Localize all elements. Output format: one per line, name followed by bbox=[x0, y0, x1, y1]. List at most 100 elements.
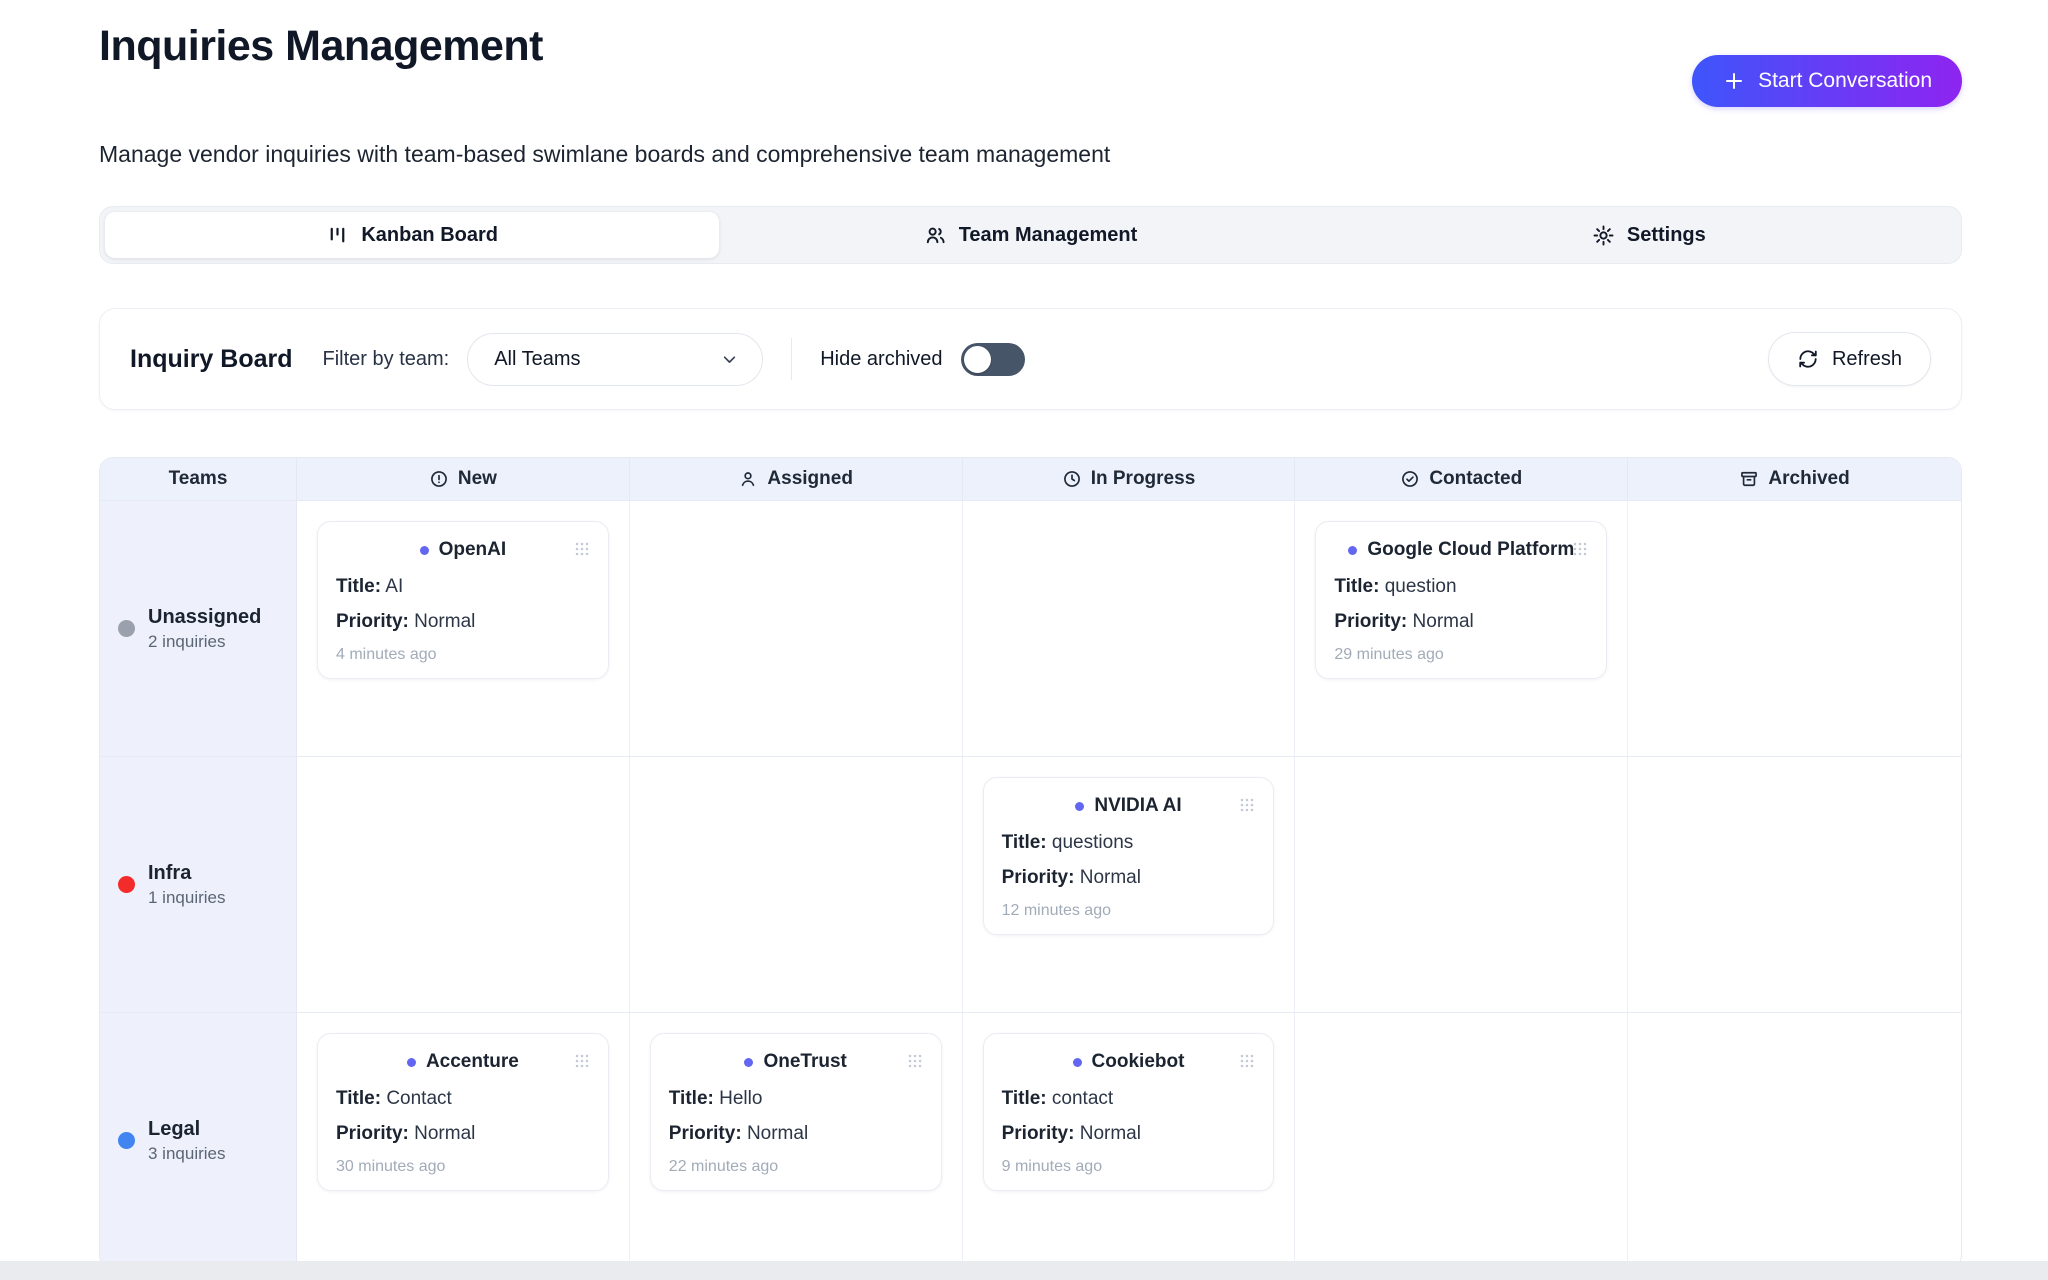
column-header-label: Contacted bbox=[1429, 468, 1522, 490]
card-title-label: Title: bbox=[336, 576, 381, 597]
card-title-value: Hello bbox=[719, 1088, 762, 1109]
card-priority-value: Normal bbox=[1080, 1123, 1141, 1144]
users-icon bbox=[924, 224, 947, 247]
team-name: Infra bbox=[148, 862, 226, 885]
team-count: 2 inquiries bbox=[148, 632, 261, 652]
card-title-label: Title: bbox=[1002, 1088, 1047, 1109]
card-title-value: questions bbox=[1052, 832, 1133, 853]
card-priority-value: Normal bbox=[414, 611, 475, 632]
drag-handle-icon[interactable] bbox=[905, 1051, 925, 1076]
plus-icon bbox=[1722, 69, 1746, 93]
card-vendor-name: OneTrust bbox=[763, 1051, 846, 1073]
refresh-button[interactable]: Refresh bbox=[1768, 332, 1931, 386]
card-priority-label: Priority: bbox=[1002, 867, 1075, 888]
cell-legal-new: AccentureTitle: ContactPriority: Normal3… bbox=[297, 1013, 630, 1268]
drag-handle-icon[interactable] bbox=[572, 539, 592, 564]
board-body: Unassigned 2 inquiries OpenAI Title: AI Prio… bbox=[100, 500, 1961, 1268]
filter-by-team-label: Filter by team: bbox=[323, 348, 450, 371]
column-header-label: Assigned bbox=[767, 468, 853, 490]
inquiry-card-openai[interactable]: OpenAITitle: AIPriority: Normal4 minutes… bbox=[317, 521, 609, 679]
inquiry-card-onetrust[interactable]: OneTrustTitle: HelloPriority: Normal22 m… bbox=[650, 1033, 942, 1191]
column-header-teams: Teams bbox=[100, 458, 297, 500]
card-priority-label: Priority: bbox=[1002, 1123, 1075, 1144]
tab-team[interactable]: Team Management bbox=[723, 212, 1337, 258]
clock-icon bbox=[1062, 469, 1082, 489]
start-conversation-button[interactable]: Start Conversation bbox=[1692, 55, 1962, 107]
cell-unassigned-new: OpenAITitle: AIPriority: Normal4 minutes… bbox=[297, 501, 630, 756]
hide-archived-label: Hide archived bbox=[820, 348, 942, 371]
drag-handle-icon[interactable] bbox=[1237, 1051, 1257, 1076]
card-priority-label: Priority: bbox=[336, 1123, 409, 1144]
card-timestamp: 9 minutes ago bbox=[1002, 1158, 1256, 1176]
cell-infra-in_progress: NVIDIA AITitle: questionsPriority: Norma… bbox=[963, 757, 1296, 1012]
cell-legal-in_progress: CookiebotTitle: contactPriority: Normal9… bbox=[963, 1013, 1296, 1268]
inquiry-card-accenture[interactable]: AccentureTitle: ContactPriority: Normal3… bbox=[317, 1033, 609, 1191]
team-color-dot bbox=[118, 876, 135, 893]
page-title: Inquiries Management bbox=[99, 22, 543, 71]
column-header-new: New bbox=[297, 458, 630, 500]
chevron-down-icon bbox=[719, 349, 740, 370]
kanban-icon bbox=[326, 224, 349, 247]
cell-infra-assigned bbox=[630, 757, 963, 1012]
card-priority-value: Normal bbox=[414, 1123, 475, 1144]
card-vendor-name: Cookiebot bbox=[1092, 1051, 1185, 1073]
column-header-label: Teams bbox=[169, 468, 228, 490]
card-timestamp: 29 minutes ago bbox=[1334, 646, 1588, 664]
team-name: Unassigned bbox=[148, 606, 261, 629]
page-subtitle: Manage vendor inquiries with team-based … bbox=[99, 141, 1962, 168]
column-header-archived: Archived bbox=[1628, 458, 1961, 500]
hide-archived-toggle[interactable] bbox=[961, 343, 1025, 376]
toolbar-divider bbox=[791, 338, 792, 380]
vendor-dot bbox=[1348, 546, 1357, 555]
column-header-assigned: Assigned bbox=[630, 458, 963, 500]
user-icon bbox=[738, 469, 758, 489]
card-vendor-name: NVIDIA AI bbox=[1094, 795, 1181, 817]
card-title-label: Title: bbox=[1334, 576, 1379, 597]
inquiry-board-title: Inquiry Board bbox=[130, 345, 293, 374]
start-conversation-label: Start Conversation bbox=[1758, 69, 1932, 93]
card-title-value: Contact bbox=[386, 1088, 451, 1109]
team-count: 3 inquiries bbox=[148, 1144, 226, 1164]
swimlane-legal: Legal3 inquiriesAccentureTitle: ContactP… bbox=[100, 1012, 1961, 1268]
team-filter-select[interactable]: All Teams bbox=[467, 333, 763, 386]
column-header-label: Archived bbox=[1768, 468, 1849, 490]
card-priority-label: Priority: bbox=[669, 1123, 742, 1144]
tab-kanban[interactable]: Kanban Board bbox=[105, 212, 719, 258]
board-toolbar: Inquiry Board Filter by team: All Teams … bbox=[99, 308, 1962, 410]
drag-handle-icon[interactable] bbox=[1570, 539, 1590, 564]
column-header-in_progress: In Progress bbox=[963, 458, 1296, 500]
drag-handle-icon[interactable] bbox=[1237, 795, 1257, 820]
card-priority-label: Priority: bbox=[1334, 611, 1407, 632]
column-header-label: New bbox=[458, 468, 497, 490]
vendor-dot bbox=[420, 546, 429, 555]
tab-settings[interactable]: Settings bbox=[1342, 212, 1956, 258]
cell-infra-new bbox=[297, 757, 630, 1012]
cell-infra-archived bbox=[1628, 757, 1961, 1012]
board-header: Teams New Assigned In Progress Contacted Arch… bbox=[100, 458, 1961, 500]
drag-handle-icon[interactable] bbox=[572, 1051, 592, 1076]
card-title-label: Title: bbox=[669, 1088, 714, 1109]
inquiry-card-nvidia-ai[interactable]: NVIDIA AITitle: questionsPriority: Norma… bbox=[983, 777, 1275, 935]
card-priority-value: Normal bbox=[747, 1123, 808, 1144]
inquiry-card-google-cloud-platform[interactable]: Google Cloud PlatformTitle: questionPrio… bbox=[1315, 521, 1607, 679]
cell-unassigned-contacted: Google Cloud PlatformTitle: questionPrio… bbox=[1295, 501, 1628, 756]
column-header-label: In Progress bbox=[1091, 468, 1196, 490]
inquiry-card-cookiebot[interactable]: CookiebotTitle: contactPriority: Normal9… bbox=[983, 1033, 1275, 1191]
card-vendor-name: OpenAI bbox=[439, 539, 507, 561]
kanban-board: Teams New Assigned In Progress Contacted Arch… bbox=[99, 457, 1962, 1269]
cell-legal-contacted bbox=[1295, 1013, 1628, 1268]
cell-unassigned-archived bbox=[1628, 501, 1961, 756]
check-circle-icon bbox=[1400, 469, 1420, 489]
tab-label: Kanban Board bbox=[361, 224, 498, 247]
team-cell-infra: Infra1 inquiries bbox=[100, 757, 297, 1012]
vendor-dot bbox=[1075, 802, 1084, 811]
vendor-dot bbox=[1073, 1058, 1082, 1067]
card-title-value: AI bbox=[385, 576, 403, 597]
page-header: Inquiries Management Start Conversation bbox=[99, 0, 1962, 107]
cell-legal-assigned: OneTrustTitle: HelloPriority: Normal22 m… bbox=[630, 1013, 963, 1268]
team-name: Legal bbox=[148, 1118, 226, 1141]
tab-label: Settings bbox=[1627, 224, 1706, 247]
cell-legal-archived bbox=[1628, 1013, 1961, 1268]
card-title-label: Title: bbox=[1002, 832, 1047, 853]
team-cell-legal: Legal 3 inquiries bbox=[100, 1013, 297, 1268]
